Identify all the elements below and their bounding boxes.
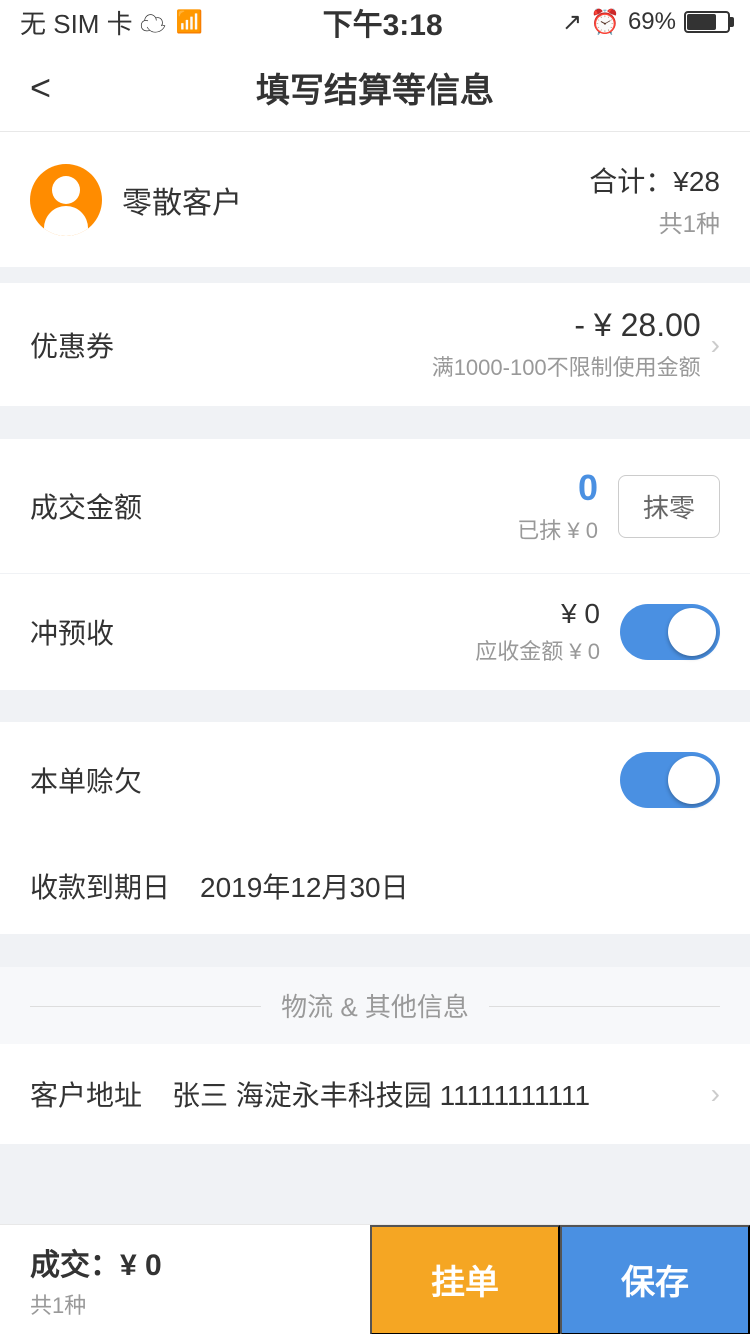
bottom-summary: 成交：¥ 0 共1种	[0, 1240, 370, 1320]
direction-icon: ↗	[562, 8, 582, 37]
debt-card: 本单赊欠 收款到期日 2019年12月30日	[0, 722, 750, 935]
deal-label: 成交：	[30, 1249, 120, 1282]
transaction-amount[interactable]: 0	[517, 467, 598, 509]
prepay-right: ¥ 0 应收金额 ¥ 0	[475, 598, 720, 666]
date-label: 收款到期日	[30, 866, 170, 906]
total-count: 共1种	[589, 204, 720, 239]
customer-card: 零散客户 合计：¥28 共1种	[0, 132, 750, 267]
customer-right: 合计：¥28 共1种	[589, 160, 720, 239]
bottom-deal: 成交：¥ 0	[30, 1240, 340, 1284]
customer-row: 零散客户 合计：¥28 共1种	[0, 132, 750, 267]
logistics-title: 物流 & 其他信息	[281, 992, 469, 1022]
section-divider-1	[0, 423, 750, 439]
debt-toggle[interactable]	[620, 752, 720, 808]
address-card: 客户地址 张三 海淀永丰科技园 11111111111 ›	[0, 1044, 750, 1144]
avatar	[30, 164, 102, 236]
toggle-thumb	[668, 608, 716, 656]
wifi-icon: 📶	[176, 9, 203, 35]
debt-row: 本单赊欠	[0, 722, 750, 838]
customer-name: 零散客户	[122, 178, 242, 222]
bottom-count: 共1种	[30, 1288, 340, 1320]
transaction-card: 成交金额 0 已抹 ¥ 0 抹零 冲预收 ¥ 0 应收金额 ¥ 0	[0, 439, 750, 690]
logistics-title-wrap: 物流 & 其他信息	[261, 987, 489, 1024]
prepay-amount: ¥ 0	[475, 598, 600, 630]
prepay-toggle[interactable]	[620, 604, 720, 660]
alarm-icon: ⏰	[590, 8, 620, 37]
deal-amount: ¥ 0	[120, 1249, 162, 1282]
prepay-values: ¥ 0 应收金额 ¥ 0	[475, 598, 600, 666]
amount-input-area: 0 已抹 ¥ 0	[517, 467, 598, 545]
battery-percent: 69%	[628, 8, 676, 36]
nav-bar: < 填写结算等信息	[0, 44, 750, 132]
status-bar: 无 SIM 卡 ☁ 📶 下午3:18 ↗ ⏰ 69%	[0, 0, 750, 44]
coupon-right: - ¥ 28.00 满1000-100不限制使用金额	[432, 307, 701, 382]
coupon-desc: 满1000-100不限制使用金额	[432, 350, 701, 382]
transaction-sub: 已抹 ¥ 0	[517, 513, 598, 545]
status-left: 无 SIM 卡 ☁ 📶	[20, 4, 203, 41]
save-button[interactable]: 保存	[560, 1225, 750, 1334]
prepay-sub: 应收金额 ¥ 0	[475, 634, 600, 666]
battery-icon	[684, 11, 730, 33]
date-value[interactable]: 2019年12月30日	[200, 866, 409, 906]
prepay-label: 冲预收	[30, 612, 114, 652]
coupon-amount: - ¥ 28.00	[432, 307, 701, 344]
no-sim-label: 无 SIM 卡 ☁	[20, 4, 166, 41]
total-amount: 合计：¥28	[589, 160, 720, 200]
customer-left: 零散客户	[30, 164, 242, 236]
chevron-right-icon: ›	[711, 329, 720, 361]
debt-label: 本单赊欠	[30, 760, 142, 800]
round-button[interactable]: 抹零	[618, 475, 720, 538]
coupon-label: 优惠券	[30, 325, 114, 365]
prepay-row: 冲预收 ¥ 0 应收金额 ¥ 0	[0, 574, 750, 690]
section-divider-3	[0, 951, 750, 967]
coupon-row[interactable]: 优惠券 - ¥ 28.00 满1000-100不限制使用金额 ›	[0, 283, 750, 407]
content: 零散客户 合计：¥28 共1种 优惠券 - ¥ 28.00 满1000-100不…	[0, 132, 750, 1280]
transaction-row: 成交金额 0 已抹 ¥ 0 抹零	[0, 439, 750, 574]
transaction-label: 成交金额	[30, 486, 142, 526]
address-label: 客户地址	[30, 1074, 142, 1114]
back-button[interactable]: <	[30, 67, 51, 109]
status-right: ↗ ⏰ 69%	[562, 8, 730, 37]
transaction-right: 0 已抹 ¥ 0 抹零	[517, 467, 720, 545]
date-row: 收款到期日 2019年12月30日	[0, 838, 750, 935]
section-divider-2	[0, 706, 750, 722]
address-value: 张三 海淀永丰科技园 11111111111	[172, 1074, 701, 1114]
address-chevron-icon: ›	[711, 1078, 720, 1110]
hang-order-button[interactable]: 挂单	[370, 1225, 560, 1334]
coupon-card: 优惠券 - ¥ 28.00 满1000-100不限制使用金额 ›	[0, 283, 750, 407]
address-row[interactable]: 客户地址 张三 海淀永丰科技园 11111111111 ›	[0, 1044, 750, 1144]
page-title: 填写结算等信息	[256, 63, 494, 112]
debt-toggle-thumb	[668, 756, 716, 804]
logistics-header: 物流 & 其他信息	[0, 967, 750, 1044]
status-time: 下午3:18	[323, 0, 443, 44]
bottom-bar: 成交：¥ 0 共1种 挂单 保存	[0, 1224, 750, 1334]
